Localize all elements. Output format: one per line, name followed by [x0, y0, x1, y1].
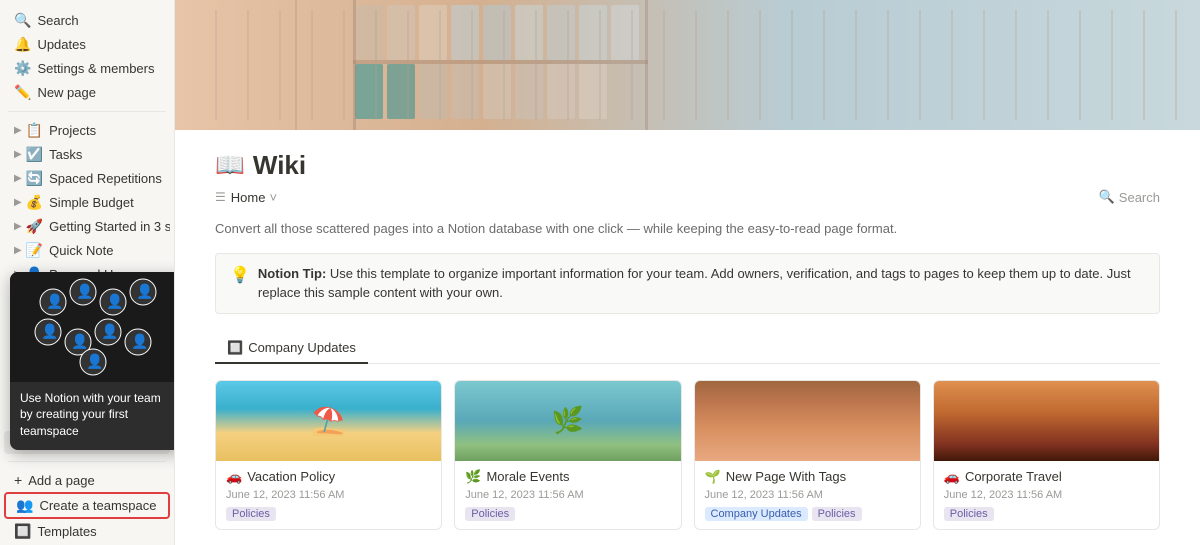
- breadcrumb-icon: ☰: [215, 190, 226, 204]
- card-title-tags: 🌱 New Page With Tags: [705, 469, 910, 485]
- card-emoji-vacation: 🚗: [226, 469, 242, 485]
- card-tags-vacation: Policies: [226, 507, 431, 521]
- teamspace-tooltip: 👤 👤 👤 👤 👤 👤 👤 👤 👤 Use Notion with your: [10, 272, 175, 450]
- card-emoji-morale: 🌿: [465, 469, 481, 485]
- card-date-morale: June 12, 2023 11:56 AM: [465, 489, 670, 501]
- lightbulb-icon: 💡: [230, 264, 250, 288]
- sidebar-item-spaced-rep[interactable]: ▶ 🔄 Spaced Repetitions: [4, 167, 170, 190]
- page-search-button[interactable]: 🔍 Search: [1099, 189, 1160, 205]
- sidebar-item-getting-started[interactable]: ▶ 🚀 Getting Started in 3 ste...: [4, 215, 170, 238]
- tab-icon: 🔲: [227, 340, 243, 356]
- tip-text: Use this template to organize important …: [258, 266, 1131, 301]
- tooltip-text: Use Notion with your team by creating yo…: [10, 382, 175, 450]
- card-new-page-tags[interactable]: 🌱 New Page With Tags June 12, 2023 11:56…: [694, 380, 921, 530]
- card-corporate-travel[interactable]: 🚗 Corporate Travel June 12, 2023 11:56 A…: [933, 380, 1160, 530]
- sidebar-item-settings[interactable]: ⚙️ Settings & members: [4, 57, 170, 80]
- card-img-morale: 🌿: [455, 381, 680, 461]
- add-icon: +: [14, 472, 22, 488]
- card-date-corporate: June 12, 2023 11:56 AM: [944, 489, 1149, 501]
- sidebar-item-simple-budget[interactable]: ▶ 💰 Simple Budget: [4, 191, 170, 214]
- card-emoji-tags: 🌱: [705, 469, 721, 485]
- sidebar-item-projects[interactable]: ▶ 📋 Projects: [4, 119, 170, 142]
- quick-note-icon: 📝: [26, 242, 43, 259]
- spaced-rep-icon: 🔄: [26, 170, 43, 187]
- card-tags-new: Company Updates Policies: [705, 507, 910, 521]
- card-tag-new-policies[interactable]: Policies: [812, 507, 862, 521]
- card-tag-morale-policies[interactable]: Policies: [465, 507, 515, 521]
- card-date-tags: June 12, 2023 11:56 AM: [705, 489, 910, 501]
- sidebar-item-updates[interactable]: 🔔 Updates: [4, 33, 170, 56]
- page-emoji-icon: 📖: [215, 151, 245, 180]
- search-icon: 🔍: [14, 12, 31, 29]
- sidebar-item-create-teamspace[interactable]: 👥 Create a teamspace: [4, 492, 170, 519]
- page-content-area: 📖 Wiki ☰ Home ˅ 🔍 Search Convert all tho…: [175, 130, 1200, 545]
- breadcrumb-home[interactable]: Home: [231, 190, 266, 205]
- tasks-icon: ☑️: [26, 146, 43, 163]
- card-body-tags: 🌱 New Page With Tags June 12, 2023 11:56…: [695, 461, 920, 529]
- card-img-canyon: [695, 381, 920, 461]
- sidebar-item-new-page[interactable]: ✏️ New page: [4, 81, 170, 104]
- search-icon-small: 🔍: [1099, 189, 1115, 205]
- sidebar-item-quick-note[interactable]: ▶ 📝 Quick Note: [4, 239, 170, 262]
- card-tags-corporate: Policies: [944, 507, 1149, 521]
- card-img-corporate: [934, 381, 1159, 461]
- card-title-corporate: 🚗 Corporate Travel: [944, 469, 1149, 485]
- card-tag-corporate-policies[interactable]: Policies: [944, 507, 994, 521]
- sidebar-item-add-page[interactable]: + Add a page: [4, 469, 170, 491]
- sidebar-item-templates[interactable]: 🔲 Templates: [4, 520, 170, 543]
- teamspace-icon: 👥: [16, 497, 33, 514]
- tooltip-image: 👤 👤 👤 👤 👤 👤 👤 👤 👤: [10, 272, 175, 382]
- card-body-vacation: 🚗 Vacation Policy June 12, 2023 11:56 AM…: [216, 461, 441, 529]
- card-emoji-corporate: 🚗: [944, 469, 960, 485]
- hero-image: [175, 0, 1200, 130]
- card-tag-vacation-policies[interactable]: Policies: [226, 507, 276, 521]
- sidebar-item-search[interactable]: 🔍 Search: [4, 9, 170, 32]
- projects-icon: 📋: [26, 122, 43, 139]
- tab-company-updates[interactable]: 🔲 Company Updates: [215, 334, 368, 364]
- card-img-vacation: ⛱️: [216, 381, 441, 461]
- new-page-icon: ✏️: [14, 84, 31, 101]
- tip-box: 💡 Notion Tip: Use this template to organ…: [215, 253, 1160, 314]
- card-tags-morale: Policies: [465, 507, 670, 521]
- card-vacation-policy[interactable]: ⛱️ 🚗 Vacation Policy June 12, 2023 11:56…: [215, 380, 442, 530]
- budget-icon: 💰: [26, 194, 43, 211]
- cards-grid: ⛱️ 🚗 Vacation Policy June 12, 2023 11:56…: [215, 380, 1160, 530]
- card-title-vacation: 🚗 Vacation Policy: [226, 469, 431, 485]
- main-content: 📖 Wiki ☰ Home ˅ 🔍 Search Convert all tho…: [175, 0, 1200, 545]
- card-body-morale: 🌿 Morale Events June 12, 2023 11:56 AM P…: [455, 461, 680, 529]
- updates-icon: 🔔: [14, 36, 31, 53]
- card-morale-events[interactable]: 🌿 🌿 Morale Events June 12, 2023 11:56 AM…: [454, 380, 681, 530]
- tabs-row: 🔲 Company Updates: [215, 334, 1160, 364]
- breadcrumb-row: ☰ Home ˅ 🔍 Search: [215, 189, 1160, 205]
- card-tag-company-updates[interactable]: Company Updates: [705, 507, 808, 521]
- settings-icon: ⚙️: [14, 60, 31, 77]
- card-title-morale: 🌿 Morale Events: [465, 469, 670, 485]
- page-title: Wiki: [253, 150, 306, 181]
- page-title-row: 📖 Wiki: [215, 150, 1160, 181]
- sidebar-item-tasks[interactable]: ▶ ☑️ Tasks: [4, 143, 170, 166]
- templates-icon: 🔲: [14, 523, 31, 540]
- tip-label: Notion Tip:: [258, 266, 326, 281]
- card-body-corporate: 🚗 Corporate Travel June 12, 2023 11:56 A…: [934, 461, 1159, 529]
- card-date-vacation: June 12, 2023 11:56 AM: [226, 489, 431, 501]
- getting-started-icon: 🚀: [26, 218, 43, 235]
- sidebar: 🔍 Search 🔔 Updates ⚙️ Settings & members…: [0, 0, 175, 545]
- tip-content: Notion Tip: Use this template to organiz…: [258, 264, 1145, 303]
- page-description: Convert all those scattered pages into a…: [215, 219, 1160, 239]
